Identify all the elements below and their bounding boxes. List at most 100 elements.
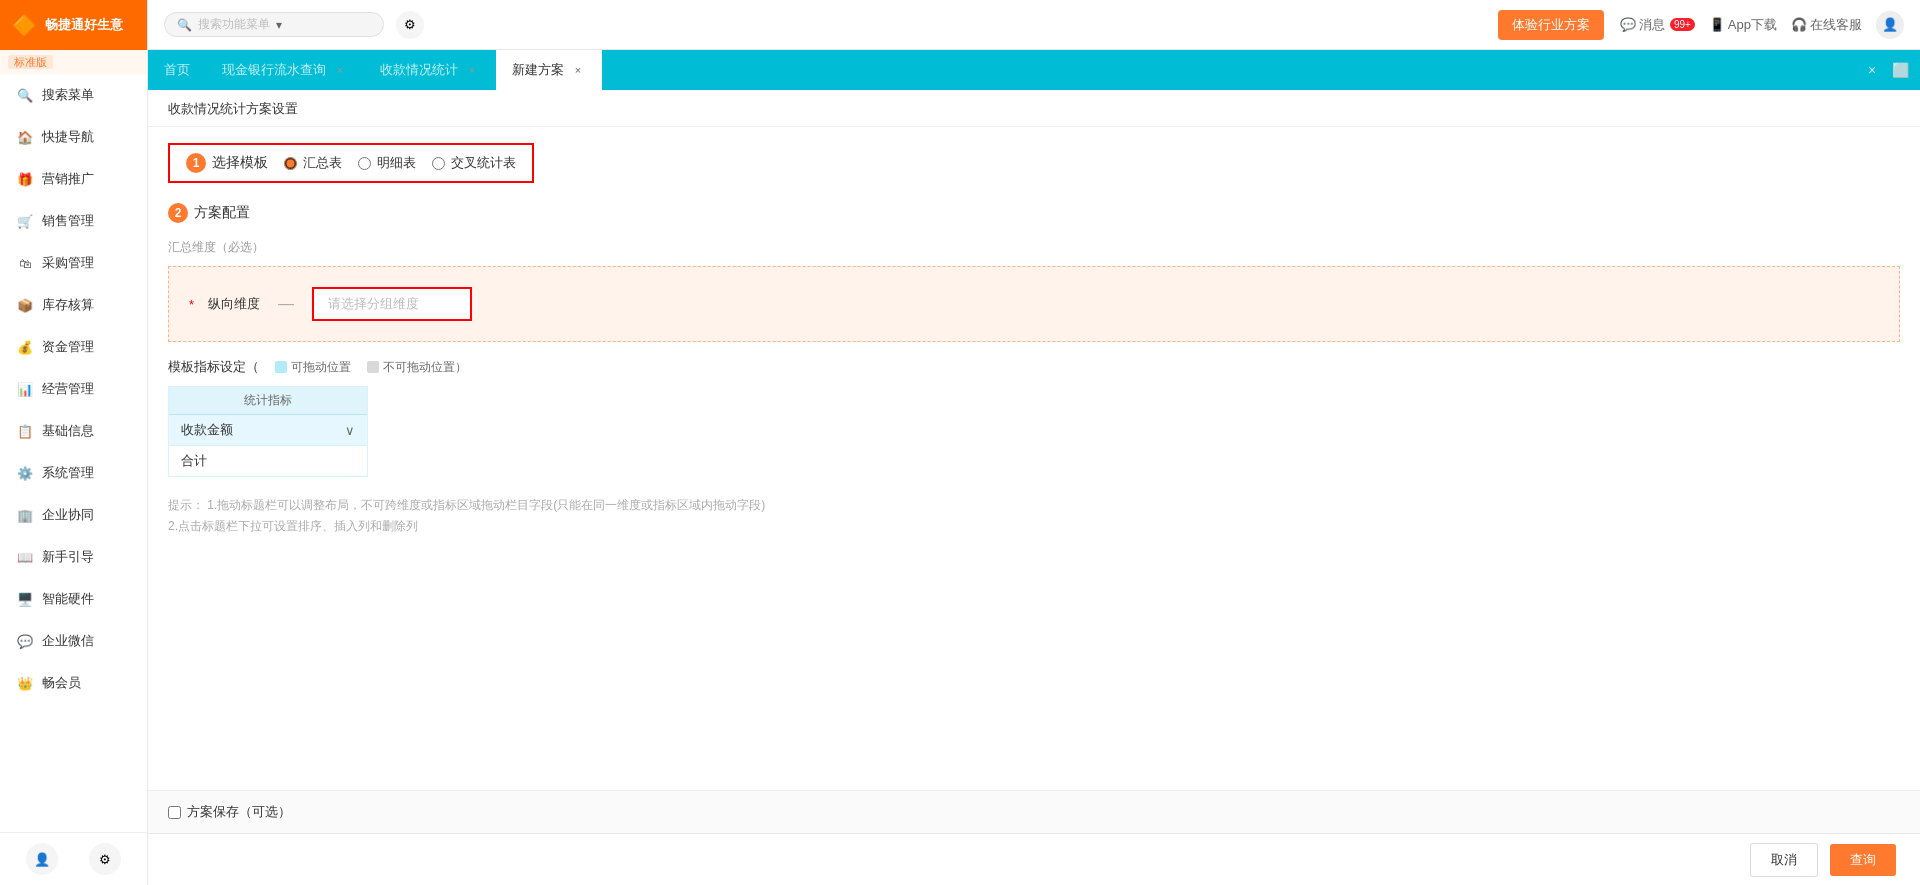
radio-crosstab-label: 交叉统计表 bbox=[451, 154, 516, 172]
user-avatar[interactable]: 👤 bbox=[1876, 11, 1904, 39]
dimension-area: * 纵向维度 — 请选择分组维度 bbox=[168, 266, 1900, 342]
sidebar-item-basic-info[interactable]: 📋 基础信息 bbox=[0, 410, 147, 452]
radio-summary[interactable]: 汇总表 bbox=[284, 154, 342, 172]
sidebar-item-member[interactable]: 👑 畅会员 bbox=[0, 662, 147, 704]
sidebar-item-label: 系统管理 bbox=[42, 464, 94, 482]
cancel-button[interactable]: 取消 bbox=[1750, 843, 1818, 877]
sidebar-item-guide[interactable]: 📖 新手引导 bbox=[0, 536, 147, 578]
sidebar-item-label: 智能硬件 bbox=[42, 590, 94, 608]
sidebar-item-label: 畅会员 bbox=[42, 674, 81, 692]
draggable-label: 可拖动位置 bbox=[291, 359, 351, 376]
money-icon: 💰 bbox=[16, 338, 34, 356]
arrow-label: — bbox=[278, 295, 294, 313]
hint-2: 2.点击标题栏下拉可设置排序、插入列和删除列 bbox=[168, 518, 1900, 535]
sidebar-item-finance[interactable]: 💰 资金管理 bbox=[0, 326, 147, 368]
sidebar-item-enterprise[interactable]: 🏢 企业协同 bbox=[0, 494, 147, 536]
tab-receipts-close[interactable]: × bbox=[464, 62, 480, 78]
radio-crosstab-input[interactable] bbox=[432, 157, 445, 170]
sidebar-item-inventory[interactable]: 📦 库存核算 bbox=[0, 284, 147, 326]
section1-number: 1 bbox=[186, 153, 206, 173]
topbar-settings-icon[interactable]: ⚙ bbox=[396, 11, 424, 39]
query-button[interactable]: 查询 bbox=[1830, 844, 1896, 876]
radio-detail-input[interactable] bbox=[358, 157, 371, 170]
non-draggable-label: 不可拖动位置） bbox=[383, 359, 467, 376]
section1-header: 1 选择模板 汇总表 明细表 交叉统计表 bbox=[168, 143, 1900, 183]
non-draggable-dot bbox=[367, 361, 379, 373]
radio-detail[interactable]: 明细表 bbox=[358, 154, 416, 172]
tab-receipts-label: 收款情况统计 bbox=[380, 61, 458, 79]
topbar-search-bar[interactable]: 🔍 搜索功能菜单 ▾ bbox=[164, 12, 384, 37]
tab-new-plan-close[interactable]: × bbox=[570, 62, 586, 78]
topbar-search-text: 搜索功能菜单 bbox=[198, 16, 270, 33]
bottom-save: 方案保存（可选） bbox=[148, 790, 1920, 833]
metrics-section: 模板指标设定（ 可拖动位置 不可拖动位置） 统计指标 bbox=[168, 358, 1900, 477]
sidebar-settings[interactable]: ⚙ bbox=[89, 843, 121, 875]
home-icon: 🏠 bbox=[16, 128, 34, 146]
save-checkbox-label[interactable]: 方案保存（可选） bbox=[168, 803, 291, 821]
tab-home[interactable]: 首页 bbox=[148, 50, 206, 90]
metrics-row1: 合计 bbox=[169, 446, 367, 476]
search-icon: 🔍 bbox=[16, 86, 34, 104]
tab-cash-flow[interactable]: 现金银行流水查询 × bbox=[206, 50, 364, 90]
sidebar-item-marketing[interactable]: 🎁 营销推广 bbox=[0, 158, 147, 200]
metrics-table: 统计指标 收款金额 ∨ 合计 bbox=[168, 386, 368, 477]
sidebar-item-label: 营销推广 bbox=[42, 170, 94, 188]
sidebar-item-label: 基础信息 bbox=[42, 422, 94, 440]
maximize-action[interactable]: ⬜ bbox=[1888, 58, 1912, 82]
vertical-label: 纵向维度 bbox=[208, 295, 260, 313]
tab-home-label: 首页 bbox=[164, 61, 190, 79]
chevron-down-icon: ∨ bbox=[345, 423, 355, 438]
sidebar-item-wechat[interactable]: 💬 企业微信 bbox=[0, 620, 147, 662]
sidebar-item-purchase[interactable]: 🛍 采购管理 bbox=[0, 242, 147, 284]
sidebar-item-sales[interactable]: 🛒 销售管理 bbox=[0, 200, 147, 242]
dropdown-arrow[interactable]: ▾ bbox=[276, 18, 282, 32]
page-content: 收款情况统计方案设置 1 选择模板 汇总表 bbox=[148, 90, 1920, 885]
gift-icon: 🎁 bbox=[16, 170, 34, 188]
sidebar-bottom: 👤 ⚙ bbox=[0, 832, 147, 885]
close-tab-action[interactable]: × bbox=[1860, 58, 1884, 82]
message-badge: 99+ bbox=[1670, 18, 1695, 31]
sidebar-item-hardware[interactable]: 🖥️ 智能硬件 bbox=[0, 578, 147, 620]
dimension-input[interactable]: 请选择分组维度 bbox=[312, 287, 472, 321]
metrics-group-header: 统计指标 bbox=[169, 387, 367, 415]
sidebar-item-label: 库存核算 bbox=[42, 296, 94, 314]
search-icon: 🔍 bbox=[177, 18, 192, 32]
app-download-link[interactable]: 📱 App下载 bbox=[1709, 16, 1777, 34]
save-checkbox[interactable] bbox=[168, 806, 181, 819]
guide-icon: 📖 bbox=[16, 548, 34, 566]
industry-btn[interactable]: 体验行业方案 bbox=[1498, 10, 1604, 40]
message-label: 消息 bbox=[1639, 16, 1665, 34]
company-icon: 🏢 bbox=[16, 506, 34, 524]
sidebar-item-operations[interactable]: 📊 经营管理 bbox=[0, 368, 147, 410]
main-area: 🔍 搜索功能菜单 ▾ ⚙ 体验行业方案 💬 消息 99+ 📱 App下载 🎧 在… bbox=[148, 0, 1920, 885]
app-icon: 📱 bbox=[1709, 17, 1725, 32]
radio-summary-input[interactable] bbox=[284, 157, 297, 170]
tab-cash-flow-label: 现金银行流水查询 bbox=[222, 61, 326, 79]
sidebar-item-label: 经营管理 bbox=[42, 380, 94, 398]
logo-badge: 标准版 bbox=[8, 55, 53, 69]
sidebar-item-label: 快捷导航 bbox=[42, 128, 94, 146]
sidebar-item-search[interactable]: 🔍 搜索菜单 bbox=[0, 74, 147, 116]
sidebar-item-nav[interactable]: 🏠 快捷导航 bbox=[0, 116, 147, 158]
sidebar-item-label: 资金管理 bbox=[42, 338, 94, 356]
box-icon: 📦 bbox=[16, 296, 34, 314]
sidebar-logo: 🔶 畅捷通好生意 bbox=[0, 0, 147, 50]
message-icon-group[interactable]: 💬 消息 99+ bbox=[1620, 16, 1695, 34]
sidebar-item-label: 采购管理 bbox=[42, 254, 94, 272]
radio-crosstab[interactable]: 交叉统计表 bbox=[432, 154, 516, 172]
required-star: * bbox=[189, 297, 194, 312]
member-icon: 👑 bbox=[16, 674, 34, 692]
section2-title: 方案配置 bbox=[194, 204, 250, 222]
tab-receipts[interactable]: 收款情况统计 × bbox=[364, 50, 496, 90]
section1-title: 选择模板 bbox=[212, 154, 268, 172]
hints: 提示： 1.拖动标题栏可以调整布局，不可跨维度或指标区域拖动栏目字段(只能在同一… bbox=[168, 497, 1900, 535]
section-template: 1 选择模板 汇总表 明细表 交叉统计表 bbox=[168, 143, 1900, 183]
tab-cash-flow-close[interactable]: × bbox=[332, 62, 348, 78]
online-service-link[interactable]: 🎧 在线客服 bbox=[1791, 16, 1862, 34]
sidebar-item-system[interactable]: ⚙️ 系统管理 bbox=[0, 452, 147, 494]
tab-new-plan[interactable]: 新建方案 × bbox=[496, 50, 602, 90]
sidebar-avatar[interactable]: 👤 bbox=[26, 843, 58, 875]
legend-non-draggable: 不可拖动位置） bbox=[367, 359, 467, 376]
metrics-col1-header[interactable]: 收款金额 ∨ bbox=[169, 415, 367, 446]
dimension-subtitle: 汇总维度（必选） bbox=[168, 239, 1900, 256]
